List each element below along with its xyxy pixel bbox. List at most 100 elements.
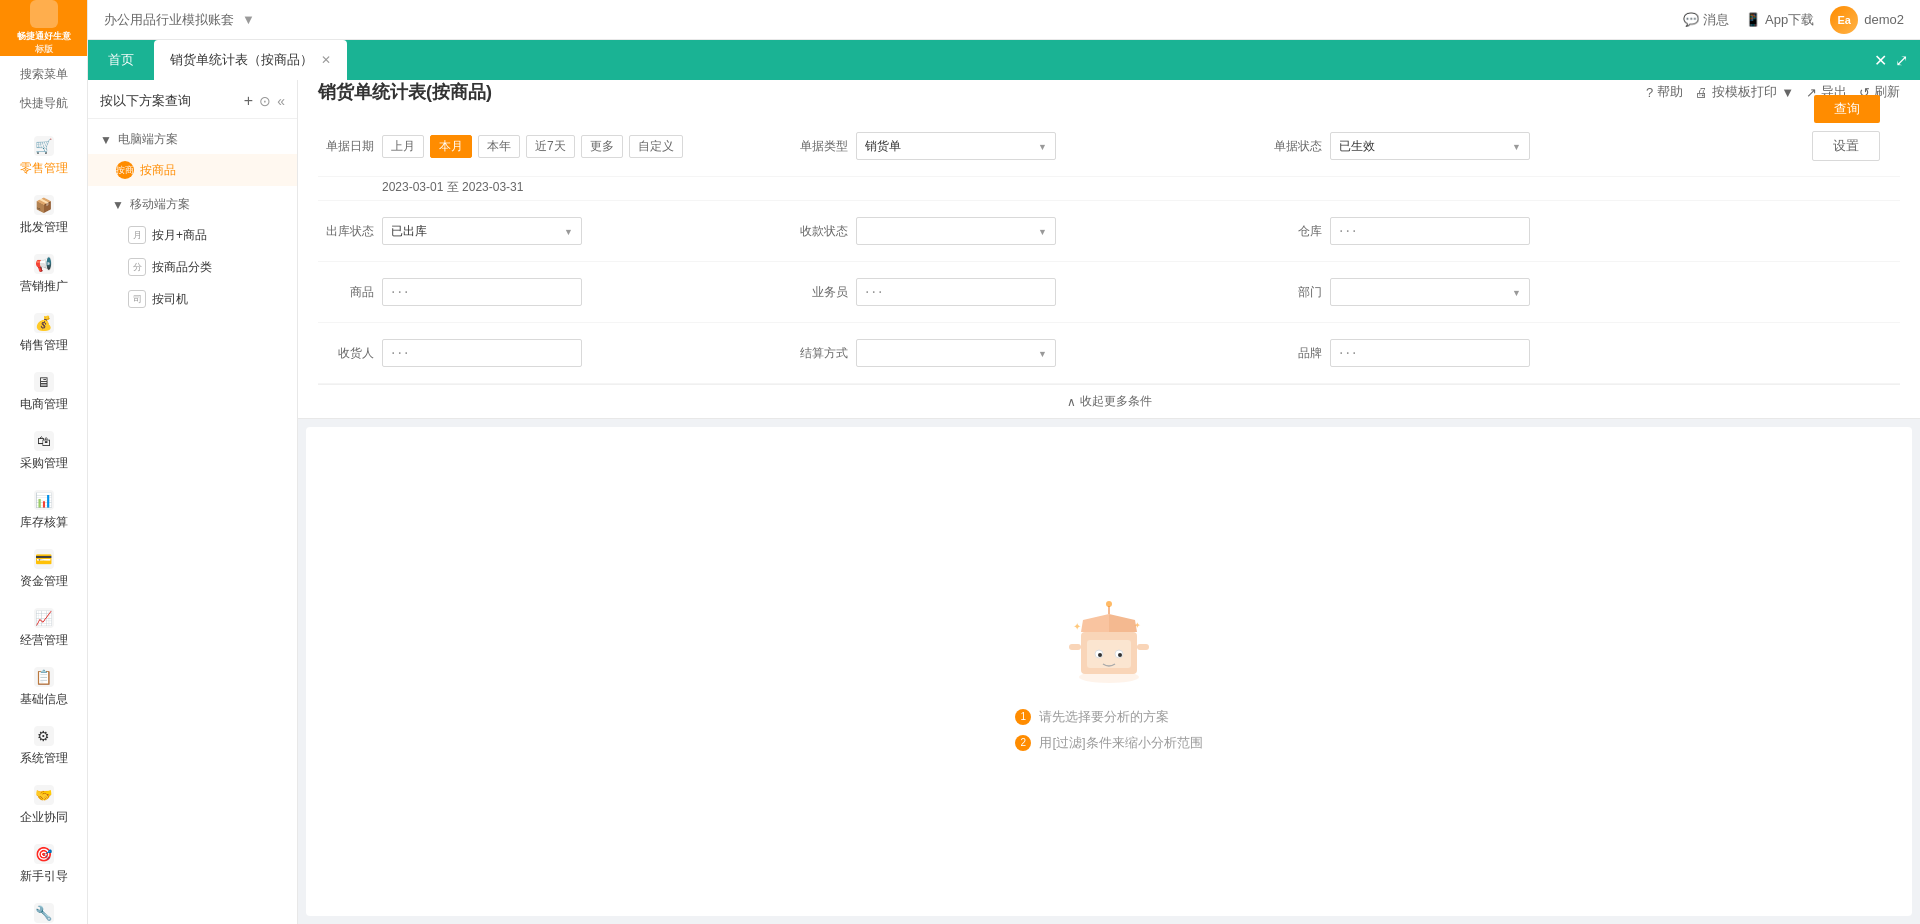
date-this-year[interactable]: 本年 (478, 135, 520, 158)
user-area: Ea demo2 (1830, 6, 1904, 34)
collect-status-select[interactable] (856, 217, 1056, 245)
svg-rect-4 (1087, 640, 1131, 668)
tip2-num: 2 (1015, 735, 1031, 751)
empty-illustration: ✦ ✦ (1059, 592, 1159, 692)
basic-label: 基础信息 (20, 691, 68, 708)
mobile-scheme-title[interactable]: ▼ 移动端方案 (88, 190, 297, 219)
filter-row-2: 出库状态 已出库 收款状态 (318, 201, 1900, 262)
sidebar-item-guide[interactable]: 🎯 新手引导 (0, 834, 87, 893)
content-area: 按以下方案查询 + ⊙ « ▼ 电脑端方案 按商 按商品 (88, 80, 1920, 924)
tab-close-icon[interactable]: ✕ (321, 53, 331, 67)
empty-tips: 1 请先选择要分析的方案 2 用[过滤]条件来缩小分析范围 (1015, 708, 1202, 752)
settings-button[interactable]: 设置 (1812, 131, 1880, 161)
doc-status-value: 已生效 (1339, 138, 1375, 155)
username: demo2 (1864, 12, 1904, 27)
salesman-input[interactable]: ··· (856, 278, 1056, 306)
desktop-scheme-group: ▼ 电脑端方案 按商 按商品 ▼ 移动端方案 月 按月+商品 (88, 119, 297, 325)
desktop-scheme-title[interactable]: ▼ 电脑端方案 (88, 125, 297, 154)
date-more[interactable]: 更多 (581, 135, 623, 158)
sidebar-item-ecommerce[interactable]: 🖥 电商管理 (0, 362, 87, 421)
quick-nav[interactable]: 快捷导航 (0, 89, 87, 118)
scheme-item-category[interactable]: 分 按商品分类 (88, 251, 297, 283)
header-right: 💬 消息 📱 App下载 Ea demo2 (1683, 6, 1904, 34)
search-menu[interactable]: 搜索菜单 (0, 56, 87, 89)
query-button[interactable]: 查询 (1814, 95, 1880, 123)
brand-input[interactable]: ··· (1330, 339, 1530, 367)
sidebar-item-wholesale[interactable]: 📦 批发管理 (0, 185, 87, 244)
wholesale-icon: 📦 (34, 195, 54, 215)
collapse-bar[interactable]: ∧ 收起更多条件 (318, 384, 1900, 418)
tip1-text: 请先选择要分析的方案 (1039, 708, 1169, 726)
sidebar-item-basic[interactable]: 📋 基础信息 (0, 657, 87, 716)
collapse-icon: ∧ (1067, 395, 1076, 409)
dept-label: 部门 (1266, 284, 1322, 301)
marketing-label: 营销推广 (20, 278, 68, 295)
left-panel-header: 按以下方案查询 + ⊙ « (88, 80, 297, 119)
dropdown-arrow[interactable]: ▼ (242, 12, 255, 27)
filter-area: 单据日期 上月 本月 本年 近7天 更多 自定义 单据类型 (318, 116, 1900, 418)
date-last-7days[interactable]: 近7天 (526, 135, 575, 158)
collapse-text: 收起更多条件 (1080, 393, 1152, 410)
sidebar-item-retail[interactable]: 🛒 零售管理 (0, 126, 87, 185)
scheme-item-month-goods[interactable]: 月 按月+商品 (88, 219, 297, 251)
retail-label: 零售管理 (20, 160, 68, 177)
empty-tip-1: 1 请先选择要分析的方案 (1015, 708, 1202, 726)
sidebar-item-system[interactable]: ⚙ 系统管理 (0, 716, 87, 775)
svg-rect-12 (1137, 644, 1149, 650)
recipient-input[interactable]: ··· (382, 339, 582, 367)
tab-active[interactable]: 销货单统计表（按商品） ✕ (154, 40, 347, 80)
dept-select[interactable] (1330, 278, 1530, 306)
page-title: 销货单统计表(按商品) (318, 80, 492, 104)
sidebar-item-sales[interactable]: 💰 销售管理 (0, 303, 87, 362)
sidebar-item-marketing[interactable]: 📢 营销推广 (0, 244, 87, 303)
help-button[interactable]: ? 帮助 (1646, 83, 1683, 101)
finance-icon: 💳 (34, 549, 54, 569)
sidebar-item-finance[interactable]: 💳 资金管理 (0, 539, 87, 598)
salesman-dots: ··· (865, 283, 884, 301)
template-print-button[interactable]: 🖨 按模板打印 ▼ (1695, 83, 1794, 101)
page-title-row: 销货单统计表(按商品) ? 帮助 🖨 按模板打印 ▼ ↗ (318, 80, 1900, 104)
sidebar-item-purchase[interactable]: 🛍 采购管理 (0, 421, 87, 480)
payment-select[interactable] (856, 339, 1056, 367)
date-filter-col: 单据日期 上月 本月 本年 近7天 更多 自定义 (318, 124, 792, 168)
category-label: 按商品分类 (152, 259, 212, 276)
message-icon: 💬 (1683, 12, 1699, 27)
doc-type-select[interactable]: 销货单 (856, 132, 1056, 160)
wholesale-label: 批发管理 (20, 219, 68, 236)
tab-maximize-icon[interactable]: ⤢ (1895, 51, 1908, 70)
app-logo: 畅捷通好生意 标版 (0, 0, 88, 56)
setting-scheme-button[interactable]: ⊙ (259, 93, 271, 109)
sidebar-item-appstore[interactable]: 🔧 应用中心 (0, 893, 87, 924)
finance-label: 资金管理 (20, 573, 68, 590)
tab-home[interactable]: 首页 (88, 40, 154, 80)
add-scheme-button[interactable]: + (244, 92, 253, 110)
scheme-item-driver[interactable]: 司 按司机 (88, 283, 297, 315)
tip1-num: 1 (1015, 709, 1031, 725)
retail-icon: 🛒 (34, 136, 54, 156)
warehouse-input[interactable]: ··· (1330, 217, 1530, 245)
goods-input[interactable]: ··· (382, 278, 582, 306)
tab-minimize-icon[interactable]: ✕ (1874, 51, 1887, 70)
page-actions: ? 帮助 🖨 按模板打印 ▼ ↗ 导出 ↺ (1646, 83, 1900, 101)
message-button[interactable]: 💬 消息 (1683, 11, 1729, 29)
app-download-button[interactable]: 📱 App下载 (1745, 11, 1814, 29)
date-this-month[interactable]: 本月 (430, 135, 472, 158)
date-last-month[interactable]: 上月 (382, 135, 424, 158)
doc-status-label: 单据状态 (1266, 138, 1322, 155)
warehouse-col: 仓库 ··· (1266, 209, 1740, 253)
sidebar-item-collab[interactable]: 🤝 企业协同 (0, 775, 87, 834)
print-dropdown-icon: ▼ (1781, 85, 1794, 100)
date-custom[interactable]: 自定义 (629, 135, 683, 158)
svg-text:✦: ✦ (1134, 621, 1141, 630)
doc-status-select[interactable]: 已生效 (1330, 132, 1530, 160)
filter-row-3: 商品 ··· 业务员 ··· 部门 (318, 262, 1900, 323)
out-status-select[interactable]: 已出库 (382, 217, 582, 245)
sidebar: 畅捷通好生意 标版 搜索菜单 快捷导航 🛒 零售管理 📦 批发管理 📢 营销推广… (0, 0, 88, 924)
goods-col: 商品 ··· (318, 270, 792, 314)
out-status-arrow (564, 226, 573, 237)
tip2-text: 用[过滤]条件来缩小分析范围 (1039, 734, 1202, 752)
scheme-item-goods[interactable]: 按商 按商品 (88, 154, 297, 186)
sidebar-item-operations[interactable]: 📈 经营管理 (0, 598, 87, 657)
sidebar-item-inventory[interactable]: 📊 库存核算 (0, 480, 87, 539)
collapse-panel-button[interactable]: « (277, 93, 285, 109)
